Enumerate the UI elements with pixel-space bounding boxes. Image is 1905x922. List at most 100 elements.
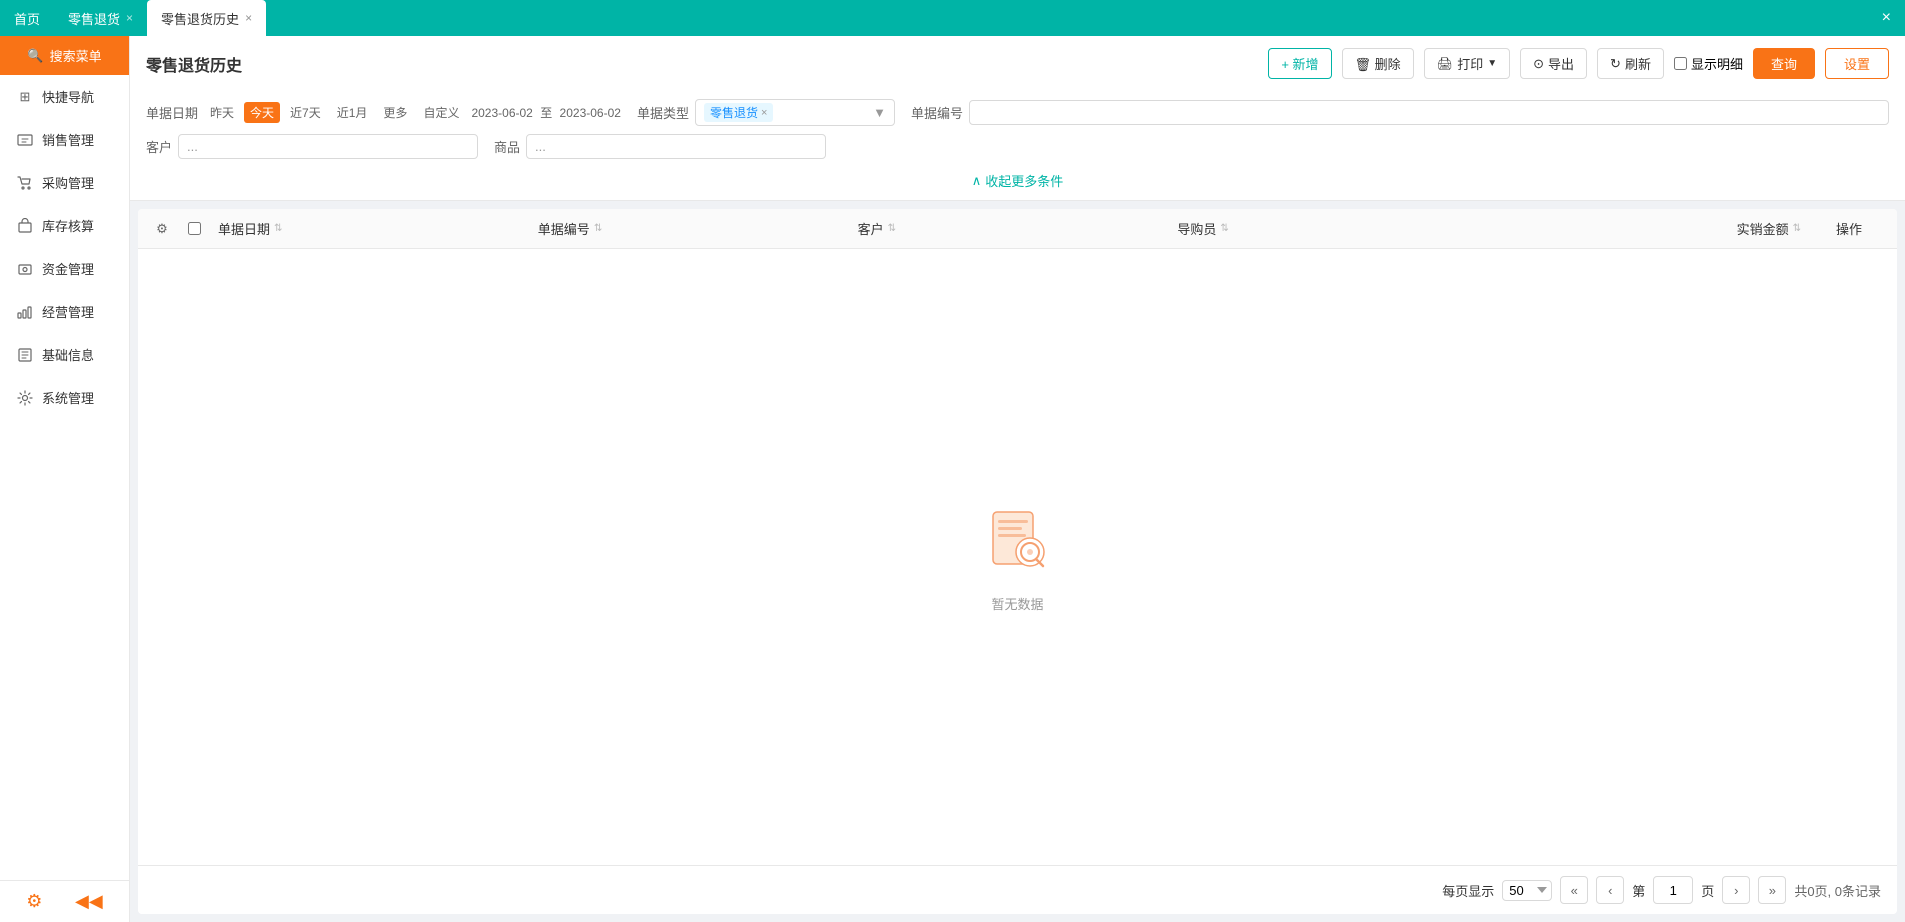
sort-number-icon[interactable]: ⇅ [594, 223, 602, 234]
setting-button[interactable]: 设置 [1825, 48, 1889, 79]
tab-bar: 首页 零售退货 × 零售退货历史 × × [0, 0, 1905, 36]
sidebar-item-label: 销售管理 [42, 130, 94, 149]
tab-return-history[interactable]: 零售退货历史 × [147, 0, 266, 36]
sidebar-item-label: 资金管理 [42, 259, 94, 278]
date-range: 2023-06-02 至 2023-06-02 [471, 104, 620, 121]
tab-return-history-close[interactable]: × [245, 11, 252, 25]
customer-filter: 客户 ... [146, 134, 478, 159]
th-guide: 导购员 ⇅ [1169, 219, 1489, 238]
inventory-icon [16, 217, 34, 235]
print-button[interactable]: 🖨 打印 ▼ [1424, 48, 1510, 79]
doc-number-label: 单据编号 [911, 103, 963, 122]
export-button[interactable]: ⊙ 导出 [1520, 48, 1587, 79]
per-page-select[interactable]: 20 50 100 [1502, 880, 1552, 901]
tab-close-all[interactable]: × [1882, 9, 1905, 27]
date-today[interactable]: 今天 [244, 102, 280, 123]
sidebar-item-capital-mgmt[interactable]: 资金管理 [0, 247, 129, 290]
sound-icon[interactable]: ◀◀ [75, 891, 103, 912]
th-number: 单据编号 ⇅ [530, 219, 850, 238]
page-number-input[interactable]: 1 [1653, 876, 1693, 904]
search-icon: 🔍 [27, 48, 43, 64]
date-yesterday[interactable]: 昨天 [204, 102, 240, 123]
settings-gear-icon[interactable]: ⚙ [26, 891, 42, 912]
tab-home[interactable]: 首页 [0, 0, 54, 36]
toolbar-actions: + 新增 🗑 删除 🖨 打印 ▼ ⊙ 导出 ↻ 刷新 [1268, 48, 1889, 79]
sidebar-item-purchase-mgmt[interactable]: 采购管理 [0, 161, 129, 204]
total-info: 共0页, 0条记录 [1794, 881, 1881, 900]
system-icon [16, 389, 34, 407]
delete-button[interactable]: 🗑 删除 [1342, 48, 1414, 79]
pagination-bar: 每页显示 20 50 100 « ‹ 第 1 页 › » 共0页, 0条记录 [138, 865, 1897, 914]
doc-number-input[interactable] [969, 100, 1889, 125]
date-custom[interactable]: 自定义 [417, 102, 465, 123]
per-page-label: 每页显示 [1442, 881, 1494, 900]
goods-input[interactable]: ... [526, 134, 826, 159]
sort-amount-icon[interactable]: ⇅ [1793, 223, 1801, 234]
sidebar-item-system-mgmt[interactable]: 系统管理 [0, 376, 129, 419]
page-first-btn[interactable]: « [1560, 876, 1588, 904]
print-icon: 🖨 [1437, 56, 1454, 72]
table-select-all[interactable] [178, 222, 210, 235]
date-shortcuts: 昨天 今天 近7天 近1月 更多 自定义 [204, 102, 465, 123]
tab-return[interactable]: 零售退货 × [54, 0, 147, 36]
sidebar: 🔍 搜索菜单 ⊞ 快捷导航 销售管理 采购管理 [0, 36, 130, 922]
doc-type-tag-close[interactable]: × [761, 107, 767, 119]
sidebar-item-inventory[interactable]: 库存核算 [0, 204, 129, 247]
table-settings-icon[interactable]: ⚙ [146, 221, 178, 237]
show-detail-checkbox[interactable]: 显示明细 [1674, 54, 1743, 73]
capital-icon [16, 260, 34, 278]
page-prev-btn[interactable]: ‹ [1596, 876, 1624, 904]
date-1month[interactable]: 近1月 [331, 102, 374, 123]
sidebar-item-label: 经营管理 [42, 302, 94, 321]
goods-filter: 商品 ... [494, 134, 826, 159]
select-all-checkbox[interactable] [188, 222, 201, 235]
sort-date-icon[interactable]: ⇅ [274, 223, 282, 234]
th-customer: 客户 ⇅ [850, 219, 1170, 238]
sales-icon [16, 131, 34, 149]
empty-icon [978, 502, 1058, 582]
sidebar-item-quick-nav[interactable]: ⊞ 快捷导航 [0, 75, 129, 118]
collapse-icon: ∧ [972, 173, 982, 189]
filter-row-1: 单据日期 昨天 今天 近7天 近1月 更多 自定义 2023-06-02 至 [146, 99, 1889, 126]
collapse-btn[interactable]: ∧ 收起更多条件 [146, 167, 1889, 194]
sidebar-item-sales-mgmt[interactable]: 销售管理 [0, 118, 129, 161]
empty-state: 暂无数据 [138, 249, 1897, 865]
sort-customer-icon[interactable]: ⇅ [888, 223, 896, 234]
show-detail-input[interactable] [1674, 57, 1687, 70]
goods-label: 商品 [494, 137, 520, 156]
sidebar-nav: ⊞ 快捷导航 销售管理 采购管理 库存核算 [0, 75, 129, 880]
sidebar-item-label: 系统管理 [42, 388, 94, 407]
page-unit: 页 [1701, 881, 1714, 900]
sidebar-bottom: ⚙ ◀◀ [0, 880, 129, 922]
sidebar-search[interactable]: 🔍 搜索菜单 [0, 36, 129, 75]
th-ops: 操作 [1809, 219, 1889, 238]
doc-type-tag: 零售退货 × [704, 103, 773, 122]
page-title-row: 零售退货历史 + 新增 🗑 删除 🖨 打印 ▼ ⊙ 导出 ↻ [146, 48, 1889, 79]
sidebar-item-label: 库存核算 [42, 216, 94, 235]
sort-guide-icon[interactable]: ⇅ [1220, 223, 1228, 234]
operations-icon [16, 303, 34, 321]
sidebar-item-label: 快捷导航 [42, 87, 94, 106]
filter-area: 单据日期 昨天 今天 近7天 近1月 更多 自定义 2023-06-02 至 [146, 89, 1889, 200]
refresh-button[interactable]: ↻ 刷新 [1597, 48, 1664, 79]
page-header: 零售退货历史 + 新增 🗑 删除 🖨 打印 ▼ ⊙ 导出 ↻ [130, 36, 1905, 201]
customer-input[interactable]: ... [178, 134, 478, 159]
doc-type-select[interactable]: 零售退货 × ▼ [695, 99, 895, 126]
sidebar-item-operations-mgmt[interactable]: 经营管理 [0, 290, 129, 333]
query-button[interactable]: 查询 [1753, 48, 1815, 79]
date-more[interactable]: 更多 [377, 102, 413, 123]
customer-label: 客户 [146, 137, 172, 156]
page-title: 零售退货历史 [146, 52, 242, 76]
date-7days[interactable]: 近7天 [284, 102, 327, 123]
date-filter: 单据日期 昨天 今天 近7天 近1月 更多 自定义 2023-06-02 至 [146, 102, 621, 123]
sidebar-item-basic-info[interactable]: 基础信息 [0, 333, 129, 376]
page-last-btn[interactable]: » [1758, 876, 1786, 904]
content-area: 零售退货历史 + 新增 🗑 删除 🖨 打印 ▼ ⊙ 导出 ↻ [130, 36, 1905, 922]
add-button[interactable]: + 新增 [1268, 48, 1331, 79]
basic-info-icon [16, 346, 34, 364]
tab-return-close[interactable]: × [126, 11, 133, 25]
purchase-icon [16, 174, 34, 192]
collapse-label: 收起更多条件 [985, 171, 1063, 190]
page-next-btn[interactable]: › [1722, 876, 1750, 904]
th-date: 单据日期 ⇅ [210, 219, 530, 238]
